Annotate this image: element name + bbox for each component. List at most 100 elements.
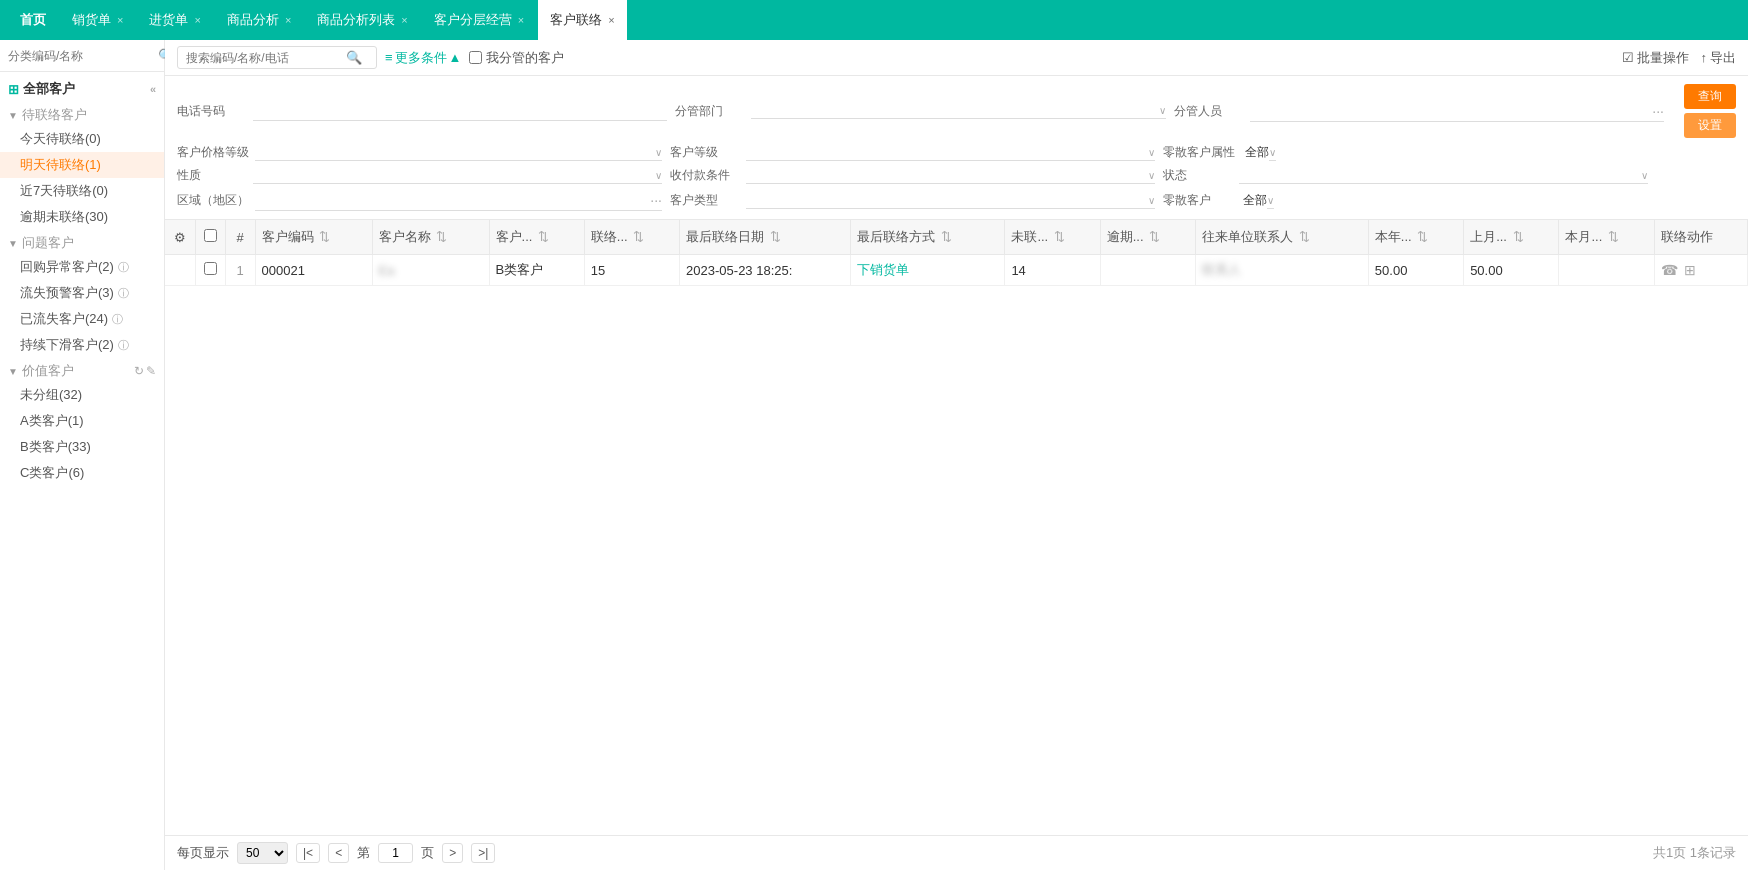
- dots-icon[interactable]: ···: [650, 192, 662, 208]
- contact-method-link[interactable]: 下销货单: [857, 262, 909, 277]
- sort-icon: ⇅: [436, 229, 447, 244]
- query-button[interactable]: 查询: [1684, 84, 1736, 109]
- nav-sales-order[interactable]: 销货单 ×: [60, 0, 135, 40]
- sidebar-item-tomorrow-contact[interactable]: 明天待联络(1): [0, 152, 164, 178]
- sidebar-item-class-c[interactable]: C类客户(6): [0, 460, 164, 486]
- contact-person-blurred: 联系人: [1202, 262, 1241, 277]
- sidebar-item-today-contact[interactable]: 今天待联络(0): [0, 126, 164, 152]
- col-customer-type[interactable]: 客户... ⇅: [489, 220, 584, 255]
- close-icon[interactable]: ×: [285, 14, 291, 26]
- close-icon[interactable]: ×: [117, 14, 123, 26]
- filter-price-level-select[interactable]: ∨: [255, 145, 662, 161]
- grid-icon: ⊞: [8, 82, 19, 97]
- chevron-down-icon: ∨: [655, 147, 662, 158]
- first-page-button[interactable]: |<: [296, 843, 320, 863]
- sort-icon: ⇅: [941, 229, 952, 244]
- filter-search-box[interactable]: 🔍: [177, 46, 377, 69]
- sidebar-item-7days-contact[interactable]: 近7天待联络(0): [0, 178, 164, 204]
- nav-product-analysis[interactable]: 商品分析 ×: [215, 0, 303, 40]
- sidebar-item-all-customers[interactable]: ⊞ 全部客户 «: [0, 76, 164, 102]
- dots-icon[interactable]: ···: [1652, 103, 1664, 119]
- select-all-checkbox[interactable]: [204, 229, 217, 242]
- filter-region-select[interactable]: ···: [255, 190, 662, 211]
- refresh-icon[interactable]: ↻: [134, 364, 144, 378]
- close-icon[interactable]: ×: [608, 14, 614, 26]
- next-page-button[interactable]: >: [442, 843, 463, 863]
- sort-icon: ⇅: [1417, 229, 1428, 244]
- close-icon[interactable]: ×: [401, 14, 407, 26]
- close-icon[interactable]: ×: [518, 14, 524, 26]
- qr-icon[interactable]: ⊞: [1684, 262, 1696, 278]
- more-conditions-button[interactable]: ≡ 更多条件 ▲: [385, 49, 461, 67]
- filter-customer-level-select[interactable]: ∨: [746, 145, 1155, 161]
- total-info: 共1页 1条记录: [1653, 844, 1736, 862]
- sidebar-item-ungrouped[interactable]: 未分组(32): [0, 382, 164, 408]
- nav-purchase-order[interactable]: 进货单 ×: [137, 0, 212, 40]
- filter-manager-select[interactable]: ···: [1250, 101, 1664, 122]
- edit-icon[interactable]: ✎: [146, 364, 156, 378]
- sidebar-item-churn-warning[interactable]: 流失预警客户(3) ⓘ: [0, 280, 164, 306]
- cell-checkbox[interactable]: [195, 255, 225, 286]
- sidebar-search-input[interactable]: [8, 49, 158, 63]
- sidebar-item-class-b[interactable]: B类客户(33): [0, 434, 164, 460]
- filter-row-3: 性质 ∨ 收付款条件 ∨ 状态 ∨: [177, 167, 1736, 184]
- sort-icon: ⇅: [633, 229, 644, 244]
- col-last-contact-method[interactable]: 最后联络方式 ⇅: [851, 220, 1005, 255]
- col-contact-count[interactable]: 联络... ⇅: [584, 220, 679, 255]
- sidebar-group-pending[interactable]: ▼ 待联络客户: [0, 102, 164, 126]
- cell-contact-person: 联系人: [1195, 255, 1368, 286]
- col-contact-person[interactable]: 往来单位联系人 ⇅: [1195, 220, 1368, 255]
- col-uncontacted[interactable]: 未联... ⇅: [1005, 220, 1100, 255]
- sidebar-item-repurchase-abnormal[interactable]: 回购异常客户(2) ⓘ: [0, 254, 164, 280]
- col-last-contact-date[interactable]: 最后联络日期 ⇅: [680, 220, 851, 255]
- filter-manager-label: 分管人员: [1174, 103, 1244, 120]
- filter-retail-customer: 零散客户 全部 ∨: [1163, 192, 1648, 209]
- filter-customer-type-select[interactable]: ∨: [746, 193, 1155, 209]
- page-number-input[interactable]: [378, 843, 413, 863]
- col-settings[interactable]: ⚙: [165, 220, 195, 255]
- col-this-year[interactable]: 本年... ⇅: [1368, 220, 1463, 255]
- nav-home[interactable]: 首页: [8, 0, 58, 40]
- filter-search-input[interactable]: [186, 51, 346, 65]
- col-last-month[interactable]: 上月... ⇅: [1464, 220, 1559, 255]
- sidebar-item-declining[interactable]: 持续下滑客户(2) ⓘ: [0, 332, 164, 358]
- cell-last-contact-method[interactable]: 下销货单: [851, 255, 1005, 286]
- nav-product-analysis-list[interactable]: 商品分析列表 ×: [305, 0, 419, 40]
- sidebar-item-overdue-contact[interactable]: 逾期未联络(30): [0, 204, 164, 230]
- my-customers-checkbox[interactable]: 我分管的客户: [469, 49, 564, 67]
- setting-button[interactable]: 设置: [1684, 113, 1736, 138]
- row-checkbox[interactable]: [204, 262, 217, 275]
- sidebar-item-churned[interactable]: 已流失客户(24) ⓘ: [0, 306, 164, 332]
- page-unit: 页: [421, 844, 434, 862]
- nav-customer-segment[interactable]: 客户分层经营 ×: [422, 0, 536, 40]
- chevron-down-icon: ∨: [1267, 195, 1274, 206]
- main-layout: 🔍 ⊞ 全部客户 « ▼ 待联络客户 今天待联络(0) 明天待联络(1) 近7天…: [0, 40, 1748, 870]
- per-page-select[interactable]: 50 100 200: [237, 842, 288, 864]
- filter-dept: 分管部门 ∨: [675, 103, 1165, 120]
- my-customers-check[interactable]: [469, 51, 482, 64]
- sidebar-item-class-a[interactable]: A类客户(1): [0, 408, 164, 434]
- col-customer-name[interactable]: 客户名称 ⇅: [372, 220, 489, 255]
- last-page-button[interactable]: >|: [471, 843, 495, 863]
- sidebar-group-value[interactable]: ▼ 价值客户 ↻ ✎: [0, 358, 164, 382]
- filter-nature-select[interactable]: ∨: [253, 168, 662, 184]
- col-this-month[interactable]: 本月... ⇅: [1559, 220, 1654, 255]
- filter-retail-attr-select[interactable]: ∨: [1269, 145, 1276, 161]
- batch-operation-button[interactable]: ☑ 批量操作: [1622, 49, 1689, 67]
- nav-customer-contact[interactable]: 客户联络 ×: [538, 0, 626, 40]
- col-overdue[interactable]: 逾期... ⇅: [1100, 220, 1195, 255]
- prev-page-button[interactable]: <: [328, 843, 349, 863]
- filter-payment-select[interactable]: ∨: [746, 168, 1155, 184]
- close-icon[interactable]: ×: [194, 14, 200, 26]
- search-icon[interactable]: 🔍: [346, 50, 362, 65]
- col-customer-code[interactable]: 客户编码 ⇅: [255, 220, 372, 255]
- filter-dept-select[interactable]: ∨: [751, 103, 1165, 119]
- filter-retail-customer-select[interactable]: ∨: [1267, 193, 1274, 209]
- filter-status-select[interactable]: ∨: [1239, 168, 1648, 184]
- chevron-down-icon: ∨: [1159, 105, 1166, 116]
- sidebar-group-problem[interactable]: ▼ 问题客户: [0, 230, 164, 254]
- phone-icon[interactable]: ☎: [1661, 262, 1678, 278]
- cell-overdue: [1100, 255, 1195, 286]
- export-button[interactable]: ↑ 导出: [1701, 49, 1737, 67]
- filter-phone-input[interactable]: [253, 102, 667, 121]
